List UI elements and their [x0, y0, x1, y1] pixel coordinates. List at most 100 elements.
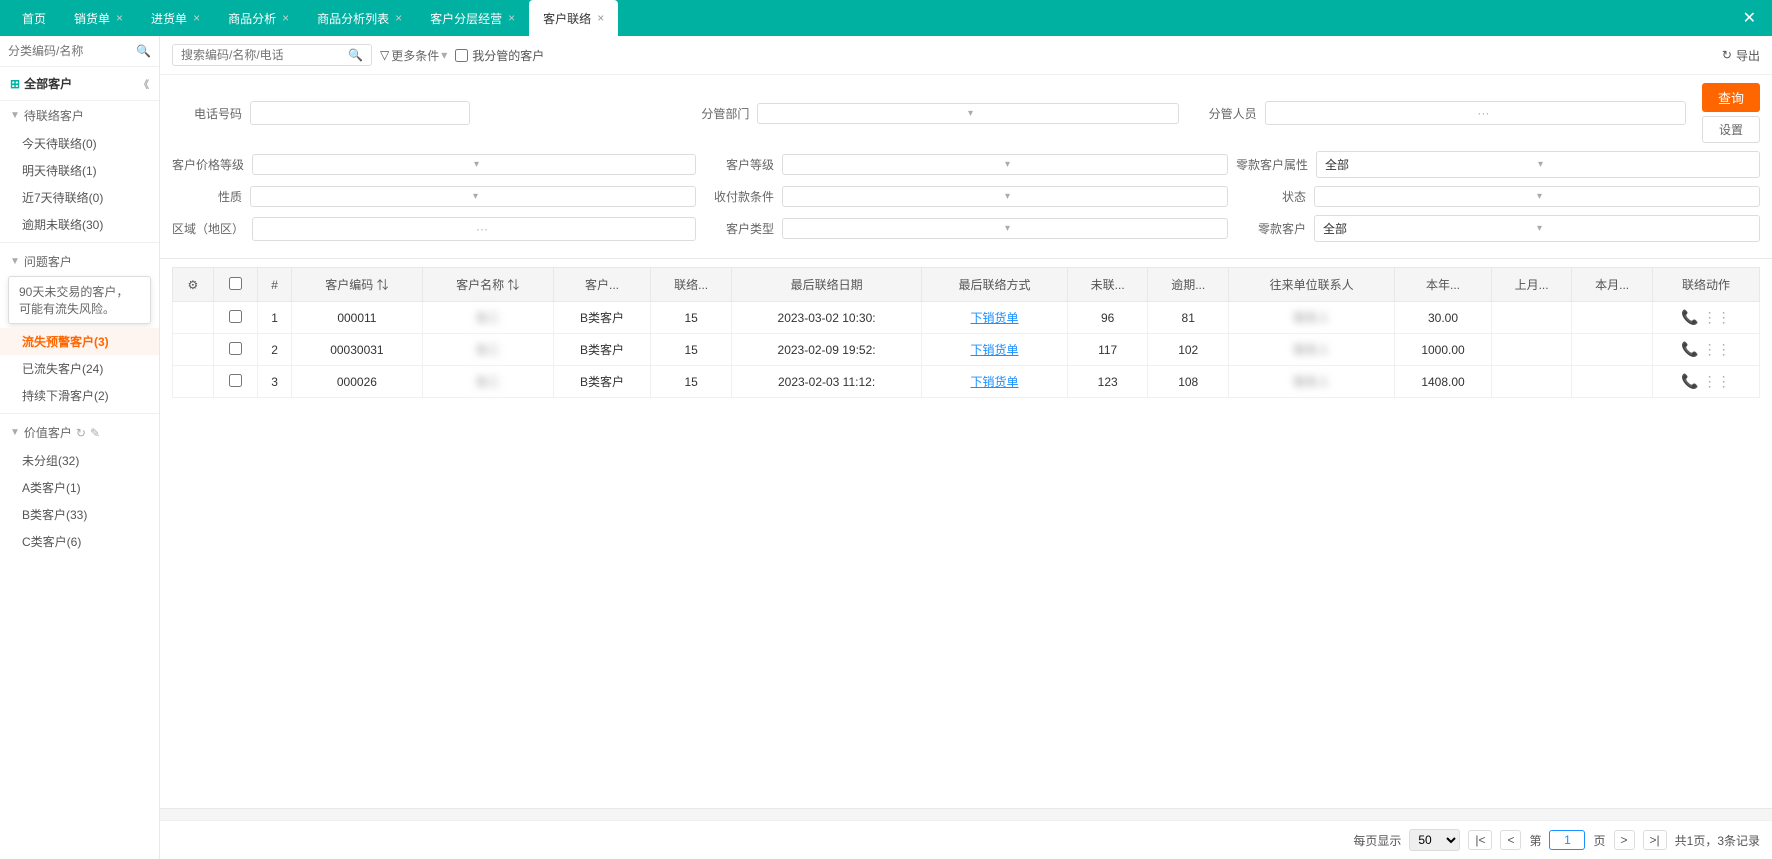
prev-page-button[interactable]: <	[1500, 830, 1521, 850]
tab-home[interactable]: 首页	[8, 0, 60, 36]
more-icon-1[interactable]: ⋮⋮	[1703, 341, 1731, 358]
more-icon-0[interactable]: ⋮⋮	[1703, 309, 1731, 326]
close-sales-tab[interactable]: ×	[116, 11, 123, 25]
all-customers-header[interactable]: ⊞ 全部客户 《	[0, 67, 159, 101]
sidebar-item-churn-warning[interactable]: 流失预警客户(3)	[0, 328, 159, 355]
filter-row-2: 客户价格等级 ▾ 客户等级 ▾ 零款客户属性 全部	[172, 151, 1760, 178]
price-level-select[interactable]: ▾	[252, 154, 696, 175]
filter-search-input[interactable]	[181, 48, 348, 62]
tab-analysis[interactable]: 商品分析 ×	[214, 0, 303, 36]
refresh-icon[interactable]: ↻	[76, 426, 86, 440]
phone-input[interactable]	[250, 101, 470, 125]
sidebar-item-tomorrow[interactable]: 明天待联络(1)	[0, 157, 159, 184]
row-not-contact-0: 96	[1067, 302, 1148, 334]
settings-icon[interactable]: ⚙	[187, 278, 198, 292]
row-current-month-1	[1572, 334, 1653, 366]
table-row: 3 000026 张三 B类客户 15 2023-02-03 11:12: 下销…	[173, 366, 1760, 398]
more-icon-2[interactable]: ⋮⋮	[1703, 373, 1731, 390]
row-action-2: 📞 ⋮⋮	[1652, 366, 1759, 398]
sidebar-item-unassigned[interactable]: 未分组(32)	[0, 447, 159, 474]
sidebar-item-today[interactable]: 今天待联络(0)	[0, 130, 159, 157]
sidebar-search-input[interactable]	[8, 44, 132, 58]
sidebar-item-7days[interactable]: 近7天待联络(0)	[0, 184, 159, 211]
row-check-0[interactable]	[229, 310, 242, 323]
filter-search-icon[interactable]: 🔍	[348, 48, 363, 62]
row-current-year-1: 1000.00	[1395, 334, 1492, 366]
row-type-1: B类客户	[553, 334, 651, 366]
tab-sales[interactable]: 销货单 ×	[60, 0, 137, 36]
close-purchase-tab[interactable]: ×	[193, 11, 200, 25]
customer-level-select[interactable]: ▾	[782, 154, 1228, 175]
region-dots[interactable]: ···	[476, 222, 687, 236]
col-settings[interactable]: ⚙	[173, 268, 214, 302]
row-settings-2	[173, 366, 214, 398]
close-customer-segment-tab[interactable]: ×	[508, 11, 515, 25]
table-row: 1 000011 张三 B类客户 15 2023-03-02 10:30: 下销…	[173, 302, 1760, 334]
close-analysis-list-tab[interactable]: ×	[395, 11, 402, 25]
horizontal-scrollbar[interactable]	[160, 808, 1772, 820]
person-select[interactable]: ···	[1265, 101, 1686, 125]
sidebar-item-declining[interactable]: 持续下滑客户(2)	[0, 382, 159, 409]
col-name[interactable]: 客户名称 ⇅	[422, 268, 553, 302]
row-not-contact-2: 123	[1067, 366, 1148, 398]
zero-attr-select[interactable]: 全部 ▾	[1316, 151, 1760, 178]
sidebar-item-class-c[interactable]: C类客户(6)	[0, 528, 159, 555]
contact-icon-1[interactable]: 📞	[1681, 341, 1698, 358]
next-page-button[interactable]: >	[1614, 830, 1635, 850]
first-page-button[interactable]: |<	[1468, 830, 1492, 850]
status-arrow: ▾	[1537, 191, 1751, 202]
tab-customer-segment[interactable]: 客户分层经营 ×	[416, 0, 529, 36]
row-last-way-0[interactable]: 下销货单	[922, 302, 1068, 334]
last-page-button[interactable]: >|	[1643, 830, 1667, 850]
payment-select[interactable]: ▾	[782, 186, 1228, 207]
row-checkbox-0[interactable]	[213, 302, 258, 334]
group-value-customers[interactable]: ▼ 价值客户 ↻ ✎	[0, 418, 159, 447]
query-button[interactable]: 查询	[1702, 83, 1760, 112]
row-current-month-0	[1572, 302, 1653, 334]
more-conditions-btn[interactable]: ▽ 更多条件 ▾	[380, 47, 447, 64]
filter-panel: 电话号码 分管部门 ▾ 分管人员 ···	[160, 75, 1772, 259]
dept-select-arrow: ▾	[968, 108, 1170, 119]
page-number-input[interactable]	[1549, 830, 1585, 850]
app-close-button[interactable]: ✕	[1735, 8, 1764, 28]
zero-customer-select[interactable]: 全部 ▾	[1314, 215, 1760, 242]
row-last-way-1[interactable]: 下销货单	[922, 334, 1068, 366]
select-all-checkbox[interactable]	[229, 277, 242, 290]
row-checkbox-2[interactable]	[213, 366, 258, 398]
group-pending-contact[interactable]: ▼ 待联络客户	[0, 101, 159, 130]
customer-type-select[interactable]: ▾	[782, 218, 1228, 239]
zero-attr-arrow: ▾	[1538, 159, 1751, 170]
row-last-way-2[interactable]: 下销货单	[922, 366, 1068, 398]
settings-button[interactable]: 设置	[1702, 116, 1760, 143]
my-customers-check[interactable]	[455, 49, 468, 62]
close-customer-contact-tab[interactable]: ×	[597, 11, 604, 25]
gender-select[interactable]: ▾	[250, 186, 696, 207]
region-select[interactable]: ···	[252, 217, 696, 241]
col-type: 客户...	[553, 268, 651, 302]
page-size-select[interactable]: 50 100 200	[1409, 829, 1460, 851]
tab-analysis-list[interactable]: 商品分析列表 ×	[303, 0, 416, 36]
sidebar-item-class-b[interactable]: B类客户(33)	[0, 501, 159, 528]
export-button[interactable]: ↻ 导出	[1722, 47, 1760, 64]
row-check-2[interactable]	[229, 374, 242, 387]
my-customers-checkbox[interactable]: 我分管的客户	[455, 47, 544, 64]
status-select[interactable]: ▾	[1314, 186, 1760, 207]
sidebar: 🔍 ⊞ 全部客户 《 ▼ 待联络客户 今天待联络(0) 明天待联络(1) 近7天…	[0, 36, 160, 859]
sidebar-item-class-a[interactable]: A类客户(1)	[0, 474, 159, 501]
row-checkbox-1[interactable]	[213, 334, 258, 366]
person-select-dots[interactable]: ···	[1477, 106, 1677, 120]
contact-icon-2[interactable]: 📞	[1681, 373, 1698, 390]
close-analysis-tab[interactable]: ×	[282, 11, 289, 25]
col-code[interactable]: 客户编码 ⇅	[291, 268, 422, 302]
row-check-1[interactable]	[229, 342, 242, 355]
edit-icon[interactable]: ✎	[90, 426, 100, 440]
dept-select[interactable]: ▾	[757, 103, 1178, 124]
sidebar-item-churned[interactable]: 已流失客户(24)	[0, 355, 159, 382]
group-problem-customers[interactable]: ▼ 问题客户	[0, 247, 159, 276]
sidebar-item-overdue[interactable]: 逾期未联络(30)	[0, 211, 159, 238]
tab-purchase[interactable]: 进货单 ×	[137, 0, 214, 36]
tab-customer-contact[interactable]: 客户联络 ×	[529, 0, 618, 36]
customer-level-arrow: ▾	[1005, 159, 1219, 170]
contact-icon-0[interactable]: 📞	[1681, 309, 1698, 326]
filter-field-zero-customer: 零款客户 全部 ▾	[1236, 215, 1760, 242]
